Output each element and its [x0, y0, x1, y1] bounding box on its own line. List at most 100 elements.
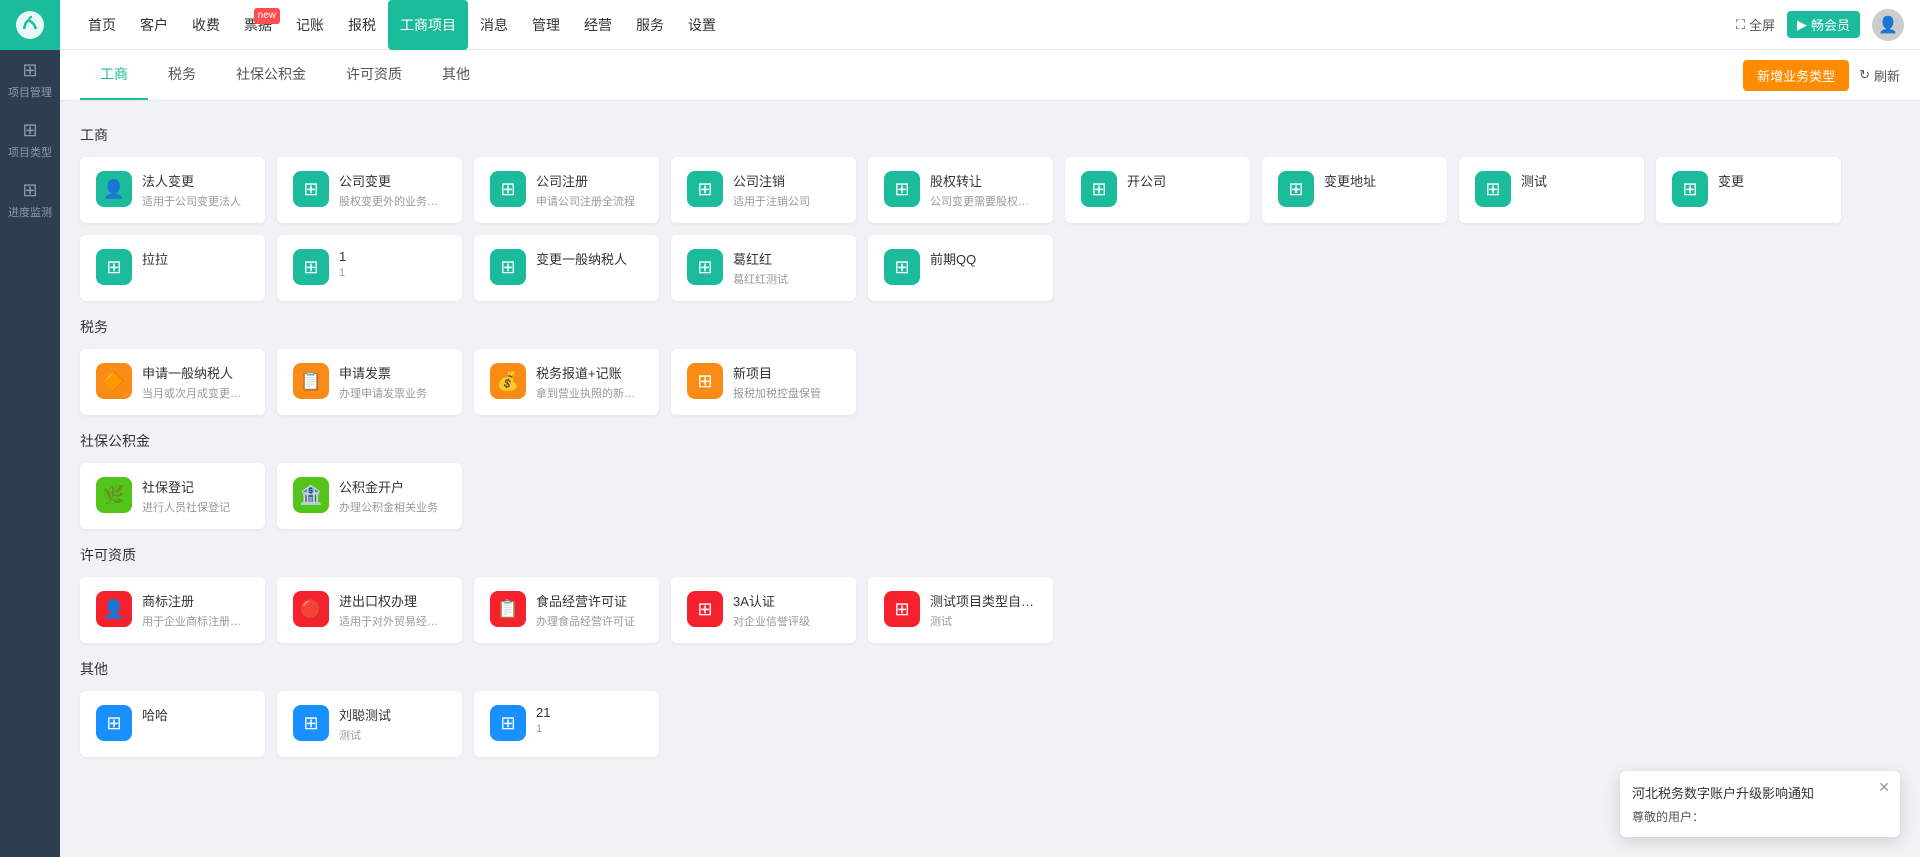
biz-name: 公司变更 [339, 171, 446, 190]
nav-settings[interactable]: 设置 [676, 0, 728, 50]
biz-name: 商标注册 [142, 591, 249, 610]
biz-card-num1[interactable]: ⊞ 1 1 [277, 235, 462, 301]
nav-message[interactable]: 消息 [468, 0, 520, 50]
biz-card-shenqing-납세-ren[interactable]: 🔶 申请一般纳税人 当月或次月成变更完成 [80, 349, 265, 415]
biz-icon-10: ⊞ [293, 249, 329, 285]
topnav-right: ⛶ 全屏 ▶ 畅会员 👤 [1736, 9, 1904, 41]
nav-invoice[interactable]: 票据 new [232, 0, 284, 50]
project-type-icon: ⊞ [22, 120, 37, 141]
biz-card-gongsi-zhuce[interactable]: ⊞ 公司注册 申请公司注册全流程 [474, 157, 659, 223]
nav-home[interactable]: 首页 [76, 0, 128, 50]
biz-card-shangbiao-zhuce[interactable]: 👤 商标注册 用于企业商标注册服务 [80, 577, 265, 643]
fullscreen-icon: ⛶ [1736, 17, 1745, 33]
notification-title: 河北税务数字账户升级影响通知 [1632, 783, 1888, 802]
nav-billing[interactable]: 收费 [180, 0, 232, 50]
notification-close-button[interactable]: ✕ [1878, 779, 1890, 796]
biz-card-haha[interactable]: ⊞ 哈哈 [80, 691, 265, 757]
project-manage-icon: ⊞ [22, 60, 37, 81]
sidebar-item-label: 项目类型 [8, 144, 52, 160]
biz-icon-sb1: 🏦 [293, 477, 329, 513]
biz-icon-4: ⊞ [884, 171, 920, 207]
biz-desc: 进行人员社保登记 [142, 499, 249, 515]
shuiwu-card-grid: 🔶 申请一般纳税人 当月或次月成变更完成 📋 申请发票 办理申请发票业务 💰 [80, 349, 1900, 415]
biz-desc: 办理食品经营许可证 [536, 613, 643, 629]
biz-icon-9: ⊞ [96, 249, 132, 285]
refresh-button[interactable]: ↻ 刷新 [1859, 66, 1900, 85]
subtab-gongshang[interactable]: 工商 [80, 50, 148, 100]
biz-desc: 报税加税控盘保管 [733, 385, 840, 401]
biz-icon-13: ⊞ [884, 249, 920, 285]
nav-operation[interactable]: 经营 [572, 0, 624, 50]
biz-card-ge-hong-hong[interactable]: ⊞ 葛红红 葛红红测试 [671, 235, 856, 301]
biz-icon-6: ⊞ [1278, 171, 1314, 207]
sidebar-item-project-type[interactable]: ⊞ 项目类型 [0, 110, 60, 170]
biz-desc: 测试 [930, 613, 1037, 629]
subtab-shuiwu[interactable]: 税务 [148, 50, 216, 100]
logo[interactable] [0, 0, 60, 50]
biz-card-biangeng-dizhi[interactable]: ⊞ 变更地址 [1262, 157, 1447, 223]
biz-card-xin-xiangmu[interactable]: ⊞ 新项目 报税加税控盘保管 [671, 349, 856, 415]
subtab-shebao[interactable]: 社保公积金 [216, 50, 326, 100]
subtab-xuke[interactable]: 许可资质 [326, 50, 422, 100]
vip-btn[interactable]: ▶ 畅会员 [1787, 11, 1860, 38]
biz-card-lala[interactable]: ⊞ 拉拉 [80, 235, 265, 301]
biz-card-gongsi-biangeng[interactable]: ⊞ 公司变更 股权变更外的业务变更 [277, 157, 462, 223]
scroll-content: 工商 👤 法人变更 适用于公司变更法人 ⊞ 公司变更 股权变更外的业务变更 [60, 101, 1920, 857]
nav-customer[interactable]: 客户 [128, 0, 180, 50]
biz-desc: 办理公积金相关业务 [339, 499, 446, 515]
shebao-card-grid: 🌿 社保登记 进行人员社保登记 🏦 公积金开户 办理公积金相关业务 [80, 463, 1900, 529]
biz-card-shebao-dengji[interactable]: 🌿 社保登记 进行人员社保登记 [80, 463, 265, 529]
nav-manage[interactable]: 管理 [520, 0, 572, 50]
biz-icon-8: ⊞ [1672, 171, 1708, 207]
biz-card-shuiwu-baodao[interactable]: 💰 税务报道+记账 拿到营业执照的新公司 [474, 349, 659, 415]
biz-desc: 测试 [339, 727, 446, 743]
progress-monitor-icon: ⊞ [22, 180, 37, 201]
biz-icon-sw1: 📋 [293, 363, 329, 399]
nav-service[interactable]: 服务 [624, 0, 676, 50]
biz-desc: 葛红红测试 [733, 271, 840, 287]
biz-name: 新项目 [733, 363, 840, 382]
nav-tax[interactable]: 报税 [336, 0, 388, 50]
avatar-icon: 👤 [1878, 15, 1898, 35]
fullscreen-btn[interactable]: ⛶ 全屏 [1736, 15, 1775, 34]
gongshang-card-grid: 👤 法人变更 适用于公司变更法人 ⊞ 公司变更 股权变更外的业务变更 ⊞ [80, 157, 1900, 301]
biz-icon-xk4: ⊞ [884, 591, 920, 627]
subtabs-left: 工商 税务 社保公积金 许可资质 其他 [80, 50, 490, 100]
biz-icon-12: ⊞ [687, 249, 723, 285]
subtab-other[interactable]: 其他 [422, 50, 490, 100]
biz-name: 拉拉 [142, 249, 249, 268]
biz-name: 公司注册 [536, 171, 643, 190]
biz-card-3a-renzheng[interactable]: ⊞ 3A认证 对企业信誉评级 [671, 577, 856, 643]
main-wrapper: 首页 客户 收费 票据 new 记账 报税 工商项目 消息 管理 经营 服务 设… [60, 0, 1920, 857]
biz-card-biangeng2[interactable]: ⊞ 变更 [1656, 157, 1841, 223]
add-biz-type-button[interactable]: 新增业务类型 [1743, 60, 1849, 91]
biz-icon-sw0: 🔶 [96, 363, 132, 399]
biz-card-ceshi[interactable]: ⊞ 测试 [1459, 157, 1644, 223]
biz-icon-1: ⊞ [293, 171, 329, 207]
biz-card-qianqi-qq[interactable]: ⊞ 前期QQ [868, 235, 1053, 301]
biz-card-shenqing-fapiao[interactable]: 📋 申请发票 办理申请发票业务 [277, 349, 462, 415]
biz-card-fa-ren-biangeng[interactable]: 👤 法人变更 适用于公司变更法人 [80, 157, 265, 223]
biz-card-guquan-zhuanrang[interactable]: ⊞ 股权转让 公司变更需要股权转让 [868, 157, 1053, 223]
biz-card-ceshi-zidingyi[interactable]: ⊞ 测试项目类型自定义 测试 [868, 577, 1053, 643]
biz-desc: 1 [339, 267, 446, 279]
biz-icon-11: ⊞ [490, 249, 526, 285]
biz-card-kai-gongsi[interactable]: ⊞ 开公司 [1065, 157, 1250, 223]
biz-card-shipin-xuke[interactable]: 📋 食品经营许可证 办理食品经营许可证 [474, 577, 659, 643]
nav-biz-project[interactable]: 工商项目 [388, 0, 468, 50]
biz-card-jinchukou-quan[interactable]: 🔴 进出口权办理 适用于对外贸易经营者 [277, 577, 462, 643]
avatar[interactable]: 👤 [1872, 9, 1904, 41]
section-title-shebao: 社保公积金 [80, 431, 1900, 451]
sidebar-item-project-manage[interactable]: ⊞ 项目管理 [0, 50, 60, 110]
sidebar: ⊞ 项目管理 ⊞ 项目类型 ⊞ 进度监测 [0, 0, 60, 857]
notification-content: 尊敬的用户： [1632, 808, 1888, 825]
biz-card-liucong-ceshi[interactable]: ⊞ 刘聪测试 测试 [277, 691, 462, 757]
biz-name: 进出口权办理 [339, 591, 446, 610]
nav-accounting[interactable]: 记账 [284, 0, 336, 50]
biz-card-gongjijin-kaihu[interactable]: 🏦 公积金开户 办理公积金相关业务 [277, 463, 462, 529]
biz-card-gongsi-zhuxiao[interactable]: ⊞ 公司注销 适用于注销公司 [671, 157, 856, 223]
sidebar-item-progress-monitor[interactable]: ⊞ 进度监测 [0, 170, 60, 230]
biz-card-21[interactable]: ⊞ 21 1 [474, 691, 659, 757]
biz-name: 3A认证 [733, 591, 840, 610]
biz-card-biangeng-납세[interactable]: ⊞ 变更一般纳税人 [474, 235, 659, 301]
